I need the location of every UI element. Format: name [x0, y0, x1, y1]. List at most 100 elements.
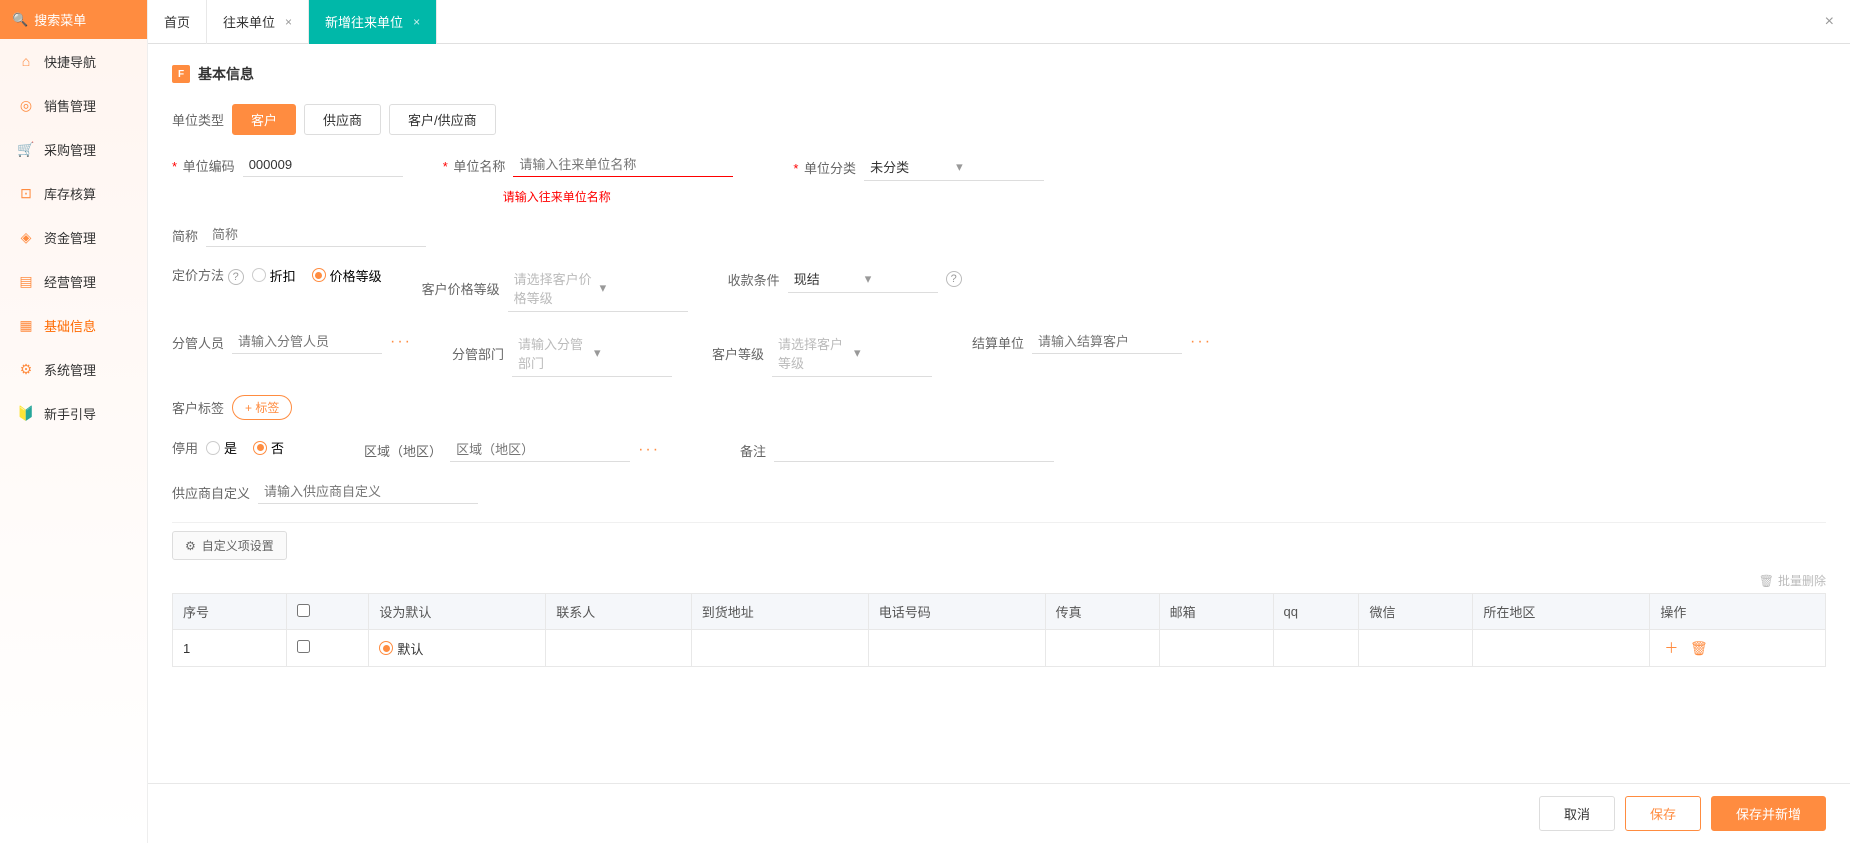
th-seq: 序号 — [173, 594, 287, 630]
disabled-row: 停用 是 否 区域（地区） ··· 备注 — [172, 438, 1826, 462]
unit-category-dropdown[interactable]: 未分类 ▾ — [864, 153, 1044, 181]
tab-new-partner[interactable]: 新增往来单位 × — [309, 0, 437, 44]
tab-partners-close[interactable]: × — [285, 15, 292, 29]
tab-partners[interactable]: 往来单位 × — [207, 0, 309, 44]
delete-row-button[interactable]: 🗑 — [1686, 638, 1712, 659]
section-title-text: 基本信息 — [198, 64, 254, 84]
batch-delete-label[interactable]: 批量删除 — [1778, 572, 1826, 589]
sidebar-item-basic-info[interactable]: ▦ 基础信息 — [0, 303, 147, 347]
main-area: 首页 往来单位 × 新增往来单位 × × F 基本信息 单位类型 客户 供应商 … — [148, 0, 1850, 843]
no-radio-circle — [253, 441, 267, 455]
department-placeholder: 请输入分管部门 — [518, 334, 590, 372]
short-name-input[interactable] — [206, 223, 426, 247]
department-chevron-icon: ▾ — [594, 345, 666, 361]
manager-input[interactable] — [232, 330, 382, 354]
cell-checkbox — [286, 630, 368, 667]
tag-group: 客户标签 + 标签 — [172, 395, 292, 420]
sidebar-label-finance: 资金管理 — [44, 228, 96, 247]
operations-icon: ▤ — [16, 271, 36, 291]
customer-level-dropdown[interactable]: 请选择客户等级 ▾ — [772, 330, 932, 377]
disabled-no[interactable]: 否 — [253, 438, 284, 457]
disabled-label: 停用 — [172, 438, 198, 457]
sidebar-item-finance[interactable]: ◈ 资金管理 — [0, 215, 147, 259]
region-input[interactable] — [450, 438, 630, 462]
disabled-group: 停用 是 否 — [172, 438, 284, 457]
disabled-yes[interactable]: 是 — [206, 438, 237, 457]
type-btn-customer[interactable]: 客户 — [232, 104, 296, 135]
customer-level-label: 客户等级 — [712, 344, 764, 363]
unit-name-input[interactable] — [513, 153, 733, 177]
th-fax: 传真 — [1045, 594, 1159, 630]
type-btn-supplier[interactable]: 供应商 — [304, 104, 381, 135]
settlement-unit-input[interactable] — [1032, 330, 1182, 354]
th-default: 设为默认 — [369, 594, 546, 630]
payment-help-icon[interactable]: ? — [946, 271, 962, 287]
sidebar: 🔍 搜索菜单 ⌂ 快捷导航 ◎ 销售管理 🛒 采购管理 ⊡ 库存核算 ◈ 资金管… — [0, 0, 148, 843]
type-btn-both[interactable]: 客户/供应商 — [389, 104, 496, 135]
th-wechat: 微信 — [1359, 594, 1473, 630]
sidebar-item-inventory[interactable]: ⊡ 库存核算 — [0, 171, 147, 215]
remark-input[interactable] — [774, 438, 1054, 462]
sidebar-label-basic-info: 基础信息 — [44, 316, 96, 335]
row-checkbox[interactable] — [297, 640, 310, 653]
unit-code-input[interactable] — [243, 153, 403, 177]
window-close-button[interactable]: × — [1809, 0, 1850, 44]
short-name-label: 简称 — [172, 226, 198, 245]
supplier-custom-input[interactable] — [258, 480, 478, 504]
sidebar-item-operations[interactable]: ▤ 经营管理 — [0, 259, 147, 303]
th-phone: 电话号码 — [868, 594, 1045, 630]
sidebar-item-quick-nav[interactable]: ⌂ 快捷导航 — [0, 39, 147, 83]
disabled-radio-group: 是 否 — [206, 438, 284, 457]
region-more-icon[interactable]: ··· — [638, 441, 660, 459]
manager-more-icon[interactable]: ··· — [390, 333, 412, 351]
unit-name-group: * 单位名称 请输入往来单位名称 — [443, 153, 734, 205]
tab-home[interactable]: 首页 — [148, 0, 207, 44]
payment-terms-dropdown[interactable]: 现结 ▾ — [788, 265, 938, 293]
default-radio[interactable]: 默认 — [379, 639, 535, 658]
department-dropdown[interactable]: 请输入分管部门 ▾ — [512, 330, 672, 377]
batch-delete-icon: 🗑 — [1759, 574, 1774, 588]
save-button[interactable]: 保存 — [1625, 796, 1701, 831]
home-icon: ⌂ — [16, 51, 36, 71]
system-icon: ⚙ — [16, 359, 36, 379]
tab-new-partner-close[interactable]: × — [413, 15, 420, 29]
th-region: 所在地区 — [1473, 594, 1650, 630]
th-contact: 联系人 — [546, 594, 691, 630]
add-row-button[interactable]: ＋ — [1660, 636, 1682, 660]
cell-qq — [1273, 630, 1359, 667]
sidebar-item-system[interactable]: ⚙ 系统管理 — [0, 347, 147, 391]
level-radio-circle — [312, 268, 326, 282]
remark-group: 备注 — [740, 438, 1054, 462]
tag-label: 客户标签 — [172, 398, 224, 417]
settlement-more-icon[interactable]: ··· — [1190, 333, 1212, 351]
select-all-checkbox[interactable] — [297, 604, 310, 617]
save-new-button[interactable]: 保存并新增 — [1711, 796, 1826, 831]
sidebar-search[interactable]: 🔍 搜索菜单 — [0, 0, 147, 39]
contacts-table: 序号 设为默认 联系人 到货地址 电话号码 传真 邮箱 qq 微信 所在地区 操… — [172, 593, 1826, 667]
sidebar-item-purchase[interactable]: 🛒 采购管理 — [0, 127, 147, 171]
tab-home-label: 首页 — [164, 12, 190, 31]
customer-price-level-dropdown[interactable]: 请选择客户价格等级 ▾ — [508, 265, 688, 312]
cell-address — [691, 630, 868, 667]
pricing-help-icon[interactable]: ? — [228, 269, 244, 285]
default-radio-circle — [379, 641, 393, 655]
pricing-radio-group: 折扣 价格等级 — [252, 266, 382, 285]
customer-price-level-group: 客户价格等级 请选择客户价格等级 ▾ — [422, 265, 688, 312]
custom-settings-button[interactable]: ⚙ 自定义项设置 — [172, 531, 287, 560]
sidebar-item-guide[interactable]: 🔰 新手引导 — [0, 391, 147, 435]
pricing-radio-level[interactable]: 价格等级 — [312, 266, 382, 285]
sidebar-item-sales[interactable]: ◎ 销售管理 — [0, 83, 147, 127]
manager-label: 分管人员 — [172, 333, 224, 352]
unit-type-buttons: 客户 供应商 客户/供应商 — [232, 104, 496, 135]
cancel-button[interactable]: 取消 — [1539, 796, 1615, 831]
sidebar-label-purchase: 采购管理 — [44, 140, 96, 159]
cell-email — [1159, 630, 1273, 667]
cell-wechat — [1359, 630, 1473, 667]
supplier-custom-row: 供应商自定义 — [172, 480, 1826, 504]
pricing-radio-discount[interactable]: 折扣 — [252, 266, 296, 285]
region-label: 区域（地区） — [364, 441, 442, 460]
add-tag-button[interactable]: + 标签 — [232, 395, 292, 420]
payment-terms-group: 收款条件 现结 ▾ ? — [728, 265, 962, 293]
discount-radio-circle — [252, 268, 266, 282]
unit-type-row: 单位类型 客户 供应商 客户/供应商 — [172, 104, 1826, 135]
